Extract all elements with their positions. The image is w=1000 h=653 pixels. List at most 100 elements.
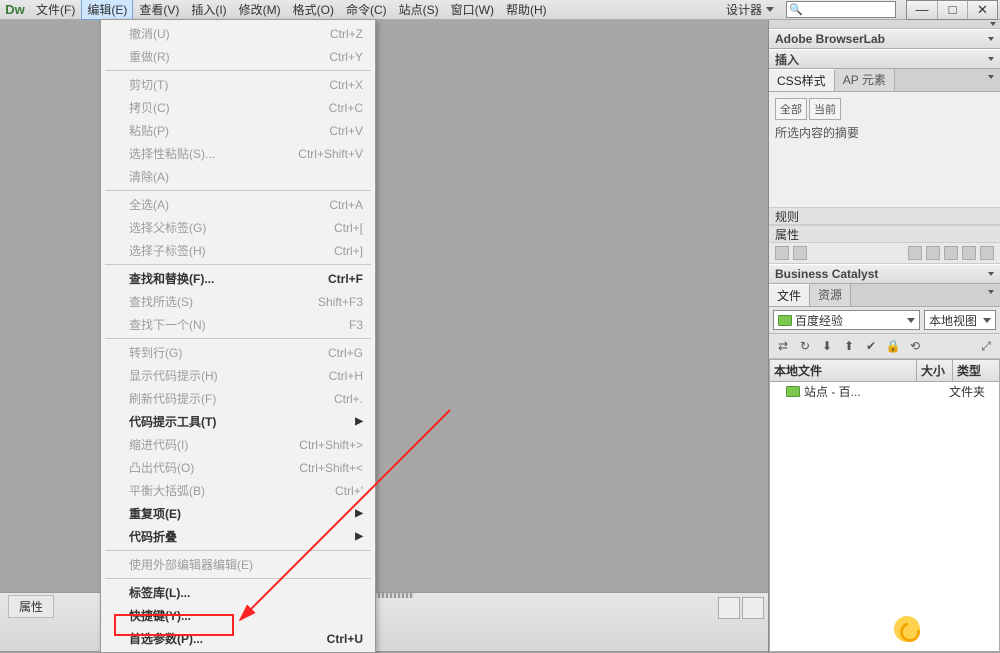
workspace-label: 设计器 xyxy=(726,1,762,18)
props-section: 属性 xyxy=(769,225,1000,243)
menu-item-30[interactable]: 快捷键(Y)... xyxy=(101,604,375,627)
css-tabs: CSS样式 AP 元素 xyxy=(769,69,1000,92)
file-type: 文件夹 xyxy=(949,383,995,400)
topbar: Dw 文件(F) 编辑(E) 查看(V) 插入(I) 修改(M) 格式(O) 命… xyxy=(0,0,1000,20)
menu-item-13[interactable]: 查找和替换(F)...Ctrl+F xyxy=(101,267,375,290)
chevron-down-icon xyxy=(766,7,774,12)
css-icon-3[interactable] xyxy=(908,246,922,260)
browserlab-header[interactable]: Adobe BrowserLab xyxy=(769,29,1000,49)
col-type[interactable]: 类型 xyxy=(953,360,999,381)
menu-view[interactable]: 查看(V) xyxy=(133,0,185,20)
folder-icon xyxy=(786,386,800,397)
menu-file[interactable]: 文件(F) xyxy=(30,0,81,20)
css-icon-6[interactable] xyxy=(962,246,976,260)
chevron-down-icon xyxy=(983,318,991,323)
expand-icon[interactable]: ⤢ xyxy=(976,337,996,355)
edit-menu-dropdown[interactable]: 撤消(U)Ctrl+Z重做(R)Ctrl+Y剪切(T)Ctrl+X拷贝(C)Ct… xyxy=(100,19,376,653)
properties-icon-1[interactable] xyxy=(718,597,740,619)
insert-header[interactable]: 插入 xyxy=(769,49,1000,69)
app-logo: Dw xyxy=(0,0,30,20)
file-row[interactable]: 站点 - 百... 文件夹 xyxy=(770,382,999,401)
catalyst-header[interactable]: Business Catalyst xyxy=(769,264,1000,284)
tab-assets[interactable]: 资源 xyxy=(810,284,851,306)
menu-item-10: 选择父标签(G)Ctrl+[ xyxy=(101,216,375,239)
menu-command[interactable]: 命令(C) xyxy=(340,0,393,20)
css-panel-body: 全部 当前 所选内容的摘要 xyxy=(769,92,1000,207)
menu-modify[interactable]: 修改(M) xyxy=(233,0,287,20)
menu-insert[interactable]: 插入(I) xyxy=(185,0,232,20)
get-icon[interactable]: ⬇ xyxy=(817,337,837,355)
chevron-down-icon xyxy=(988,57,994,61)
menu-item-29[interactable]: 标签库(L)... xyxy=(101,581,375,604)
watermark-icon xyxy=(894,616,920,642)
browserlab-title: Adobe BrowserLab xyxy=(775,32,885,46)
search-icon: 🔍 xyxy=(789,3,803,16)
chevron-down-icon[interactable] xyxy=(988,75,994,79)
files-toolbar: 百度经验 本地视图 xyxy=(769,307,1000,334)
search-input[interactable]: 🔍 xyxy=(786,1,896,18)
file-list-header: 本地文件 大小 类型 xyxy=(769,359,1000,382)
panel-menu-icon[interactable] xyxy=(990,22,996,26)
tab-files[interactable]: 文件 xyxy=(769,284,810,306)
menu-item-25[interactable]: 代码折叠▶ xyxy=(101,525,375,548)
menu-item-20[interactable]: 代码提示工具(T)▶ xyxy=(101,410,375,433)
connect-icon[interactable]: ⇄ xyxy=(773,337,793,355)
menu-item-14: 查找所选(S)Shift+F3 xyxy=(101,290,375,313)
watermark-text: 创新互联 xyxy=(926,617,990,641)
menu-item-4: 拷贝(C)Ctrl+C xyxy=(101,96,375,119)
css-icon-1[interactable] xyxy=(775,246,789,260)
menu-item-5: 粘贴(P)Ctrl+V xyxy=(101,119,375,142)
chevron-down-icon[interactable] xyxy=(988,290,994,294)
css-current-button[interactable]: 当前 xyxy=(809,98,841,120)
col-size[interactable]: 大小 xyxy=(917,360,953,381)
menu-item-9: 全选(A)Ctrl+A xyxy=(101,193,375,216)
menu-window[interactable]: 窗口(W) xyxy=(445,0,500,20)
menu-help[interactable]: 帮助(H) xyxy=(500,0,553,20)
menu-format[interactable]: 格式(O) xyxy=(287,0,340,20)
properties-tab[interactable]: 属性 xyxy=(8,595,54,618)
css-icon-5[interactable] xyxy=(944,246,958,260)
workspace-switcher[interactable]: 设计器 xyxy=(718,0,782,20)
menu-site[interactable]: 站点(S) xyxy=(393,0,445,20)
menu-item-19: 刷新代码提示(F)Ctrl+. xyxy=(101,387,375,410)
put-icon[interactable]: ⬆ xyxy=(839,337,859,355)
tab-css[interactable]: CSS样式 xyxy=(769,69,835,91)
panel-handle[interactable] xyxy=(769,20,1000,29)
menu-item-17: 转到行(G)Ctrl+G xyxy=(101,341,375,364)
css-all-button[interactable]: 全部 xyxy=(775,98,807,120)
css-icon-2[interactable] xyxy=(793,246,807,260)
menu-item-27: 使用外部编辑器编辑(E) xyxy=(101,553,375,576)
sync-icon[interactable]: ⟲ xyxy=(905,337,925,355)
files-action-icons: ⇄ ↻ ⬇ ⬆ ✔ 🔒 ⟲ ⤢ xyxy=(769,334,1000,359)
menu-item-18: 显示代码提示(H)Ctrl+H xyxy=(101,364,375,387)
refresh-icon[interactable]: ↻ xyxy=(795,337,815,355)
file-list[interactable]: 站点 - 百... 文件夹 xyxy=(769,382,1000,652)
menu-item-6: 选择性粘贴(S)...Ctrl+Shift+V xyxy=(101,142,375,165)
minimize-button[interactable]: — xyxy=(907,1,937,19)
folder-icon xyxy=(778,315,792,326)
col-localfile[interactable]: 本地文件 xyxy=(770,360,917,381)
menu-bar: 文件(F) 编辑(E) 查看(V) 插入(I) 修改(M) 格式(O) 命令(C… xyxy=(30,0,553,20)
chevron-down-icon xyxy=(907,318,915,323)
menu-edit[interactable]: 编辑(E) xyxy=(81,0,133,20)
maximize-button[interactable]: □ xyxy=(937,1,967,19)
css-icon-4[interactable] xyxy=(926,246,940,260)
site-name: 百度经验 xyxy=(795,312,843,329)
menu-item-22: 凸出代码(O)Ctrl+Shift+< xyxy=(101,456,375,479)
css-icon-7[interactable] xyxy=(980,246,994,260)
view-dropdown[interactable]: 本地视图 xyxy=(924,310,996,330)
right-panels: Adobe BrowserLab 插入 CSS样式 AP 元素 全部 当前 所选… xyxy=(768,20,1000,652)
css-action-icons xyxy=(769,243,1000,264)
css-summary-text: 所选内容的摘要 xyxy=(775,124,994,141)
menu-item-0: 撤消(U)Ctrl+Z xyxy=(101,22,375,45)
site-dropdown[interactable]: 百度经验 xyxy=(773,310,920,330)
properties-icon-2[interactable] xyxy=(742,597,764,619)
menu-item-24[interactable]: 重复项(E)▶ xyxy=(101,502,375,525)
watermark-logo: 创新互联 xyxy=(894,616,990,642)
checkin-icon[interactable]: 🔒 xyxy=(883,337,903,355)
close-button[interactable]: ✕ xyxy=(967,1,997,19)
tab-ap[interactable]: AP 元素 xyxy=(835,69,895,91)
menu-item-31[interactable]: 首选参数(P)...Ctrl+U xyxy=(101,627,375,650)
checkout-icon[interactable]: ✔ xyxy=(861,337,881,355)
files-tabs: 文件 资源 xyxy=(769,284,1000,307)
